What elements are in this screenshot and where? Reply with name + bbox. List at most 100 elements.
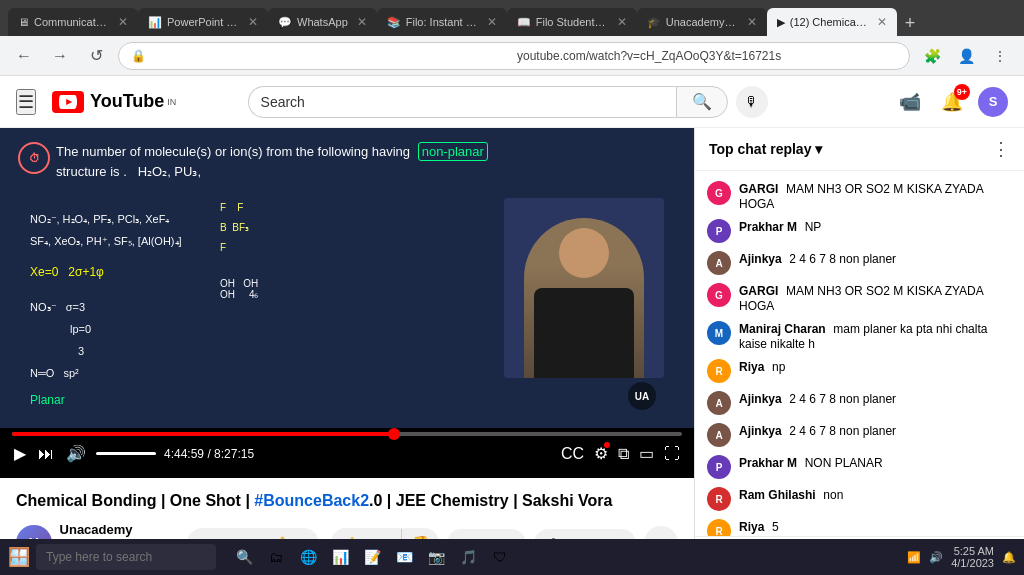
taskbar-time-text: 5:25 AM <box>951 545 994 557</box>
presenter <box>504 198 664 378</box>
settings-button[interactable]: ⋮ <box>986 42 1014 70</box>
search-bar: 🔍 🎙 <box>248 86 768 118</box>
chat-title-text: Top chat replay <box>709 141 811 157</box>
chat-message-3: G GARGI MAM NH3 OR SO2 M KISKA ZYADA HOG… <box>695 279 1024 317</box>
taskbar-icon-excel[interactable]: 📊 <box>326 543 354 571</box>
volume-slider[interactable] <box>96 452 156 455</box>
taskbar-icon-search[interactable]: 🔍 <box>230 543 258 571</box>
tab-favicon-7: ▶ <box>777 16 785 29</box>
search-input[interactable] <box>248 86 676 118</box>
chat-avatar-0: G <box>707 181 731 205</box>
taskbar-icon-taskview[interactable]: 🗂 <box>262 543 290 571</box>
taskbar-time: 5:25 AM 4/1/2023 <box>951 545 994 569</box>
fullscreen-button[interactable]: ⛶ <box>662 443 682 465</box>
tab-2[interactable]: 📊 PowerPoint Presentati... ✕ <box>138 8 268 36</box>
taskbar-volume-icon: 🔊 <box>929 551 943 564</box>
tab-5[interactable]: 📖 Filo Student: World's... ✕ <box>507 8 637 36</box>
browser-tabs: 🖥 Communication Syste... ✕ 📊 PowerPoint … <box>0 0 1024 36</box>
yt-main: ⏱ The number of molecule(s) or ion(s) fr… <box>0 128 694 575</box>
taskbar-icon-mail[interactable]: 📧 <box>390 543 418 571</box>
chat-avatar-2: A <box>707 251 731 275</box>
video-player[interactable]: ⏱ The number of molecule(s) or ion(s) fr… <box>0 128 694 428</box>
chat-text-5: np <box>772 360 785 374</box>
tab-close-6[interactable]: ✕ <box>747 15 757 29</box>
board-no3: NO₃⁻ σ=3 lp=0 3 N═O sp² Planar <box>30 296 182 412</box>
taskbar-icon-notepad[interactable]: 📝 <box>358 543 386 571</box>
tab-6[interactable]: 🎓 Unacademy - India's... ✕ <box>637 8 767 36</box>
extensions-button[interactable]: 🧩 <box>918 42 946 70</box>
tab-close-3[interactable]: ✕ <box>357 15 367 29</box>
taskbar-icon-photos[interactable]: 📷 <box>422 543 450 571</box>
board-equations: NO₂⁻, H₂O₄, PF₃, PCl₃, XeF₄ SF₄, XeO₃, P… <box>30 208 182 412</box>
progress-bar[interactable] <box>12 432 682 436</box>
taskbar-search-input[interactable] <box>36 544 216 570</box>
taskbar-right: 📶 🔊 5:25 AM 4/1/2023 🔔 <box>907 545 1016 569</box>
reload-button[interactable]: ↺ <box>82 42 110 70</box>
taskbar-icon-media[interactable]: 🎵 <box>454 543 482 571</box>
taskbar-icon-security[interactable]: 🛡 <box>486 543 514 571</box>
chat-name-4: Maniraj Charan <box>739 322 826 336</box>
notification-badge: 9+ <box>954 84 970 100</box>
chat-bubble-10: Riya 5 <box>739 519 1012 534</box>
windows-start-icon[interactable]: 🪟 <box>8 546 30 568</box>
chat-bubble-7: Ajinkya 2 4 6 7 8 non planer <box>739 423 1012 438</box>
volume-button[interactable]: 🔊 <box>64 442 88 465</box>
tab-1[interactable]: 🖥 Communication Syste... ✕ <box>8 8 138 36</box>
chat-avatar-8: P <box>707 455 731 479</box>
chat-bubble-3: GARGI MAM NH3 OR SO2 M KISKA ZYADA HOGA <box>739 283 1012 313</box>
question-text: The number of molecule(s) or ion(s) from… <box>56 142 524 181</box>
tab-close-4[interactable]: ✕ <box>487 15 497 29</box>
chat-message-2: A Ajinkya 2 4 6 7 8 non planer <box>695 247 1024 279</box>
play-button[interactable]: ▶ <box>12 442 28 465</box>
taskbar-notifications-icon[interactable]: 🔔 <box>1002 551 1016 564</box>
skip-forward-button[interactable]: ⏭ <box>36 443 56 465</box>
chat-avatar-6: A <box>707 391 731 415</box>
tab-3[interactable]: 💬 WhatsApp ✕ <box>268 8 377 36</box>
avatar[interactable]: S <box>978 87 1008 117</box>
forward-button[interactable]: → <box>46 42 74 70</box>
chat-bubble-8: Prakhar M NON PLANAR <box>739 455 1012 470</box>
nav-right-icons: 🧩 👤 ⋮ <box>918 42 1014 70</box>
search-button[interactable]: 🔍 <box>676 86 728 118</box>
tab-close-1[interactable]: ✕ <box>118 15 128 29</box>
miniplayer-button[interactable]: ⧉ <box>616 443 631 465</box>
board-more-formulas: OH OH OH 4₆ <box>220 278 524 300</box>
menu-icon[interactable]: ☰ <box>16 89 36 115</box>
chat-message-10: R Riya 5 <box>695 515 1024 536</box>
profile-button[interactable]: 👤 <box>952 42 980 70</box>
video-player-container: ⏱ The number of molecule(s) or ion(s) fr… <box>0 128 694 478</box>
non-planar-highlight: non-planar <box>418 142 488 161</box>
chat-message-7: A Ajinkya 2 4 6 7 8 non planer <box>695 419 1024 451</box>
tab-close-7[interactable]: ✕ <box>877 15 887 29</box>
tab-favicon-2: 📊 <box>148 16 162 29</box>
notifications-icon[interactable]: 🔔 9+ <box>936 86 968 118</box>
chat-avatar-9: R <box>707 487 731 511</box>
back-button[interactable]: ← <box>10 42 38 70</box>
subtitles-button[interactable]: CC <box>559 443 586 465</box>
tab-7[interactable]: ▶ (12) Chemical B... ✕ <box>767 8 897 36</box>
chat-more-button[interactable]: ⋮ <box>992 138 1010 160</box>
question-sub: structure is . H₂O₂, PU₃, <box>56 164 201 179</box>
board-xe: Xe=0 2σ+1φ <box>30 260 182 284</box>
taskbar-icon-edge[interactable]: 🌐 <box>294 543 322 571</box>
mic-button[interactable]: 🎙 <box>736 86 768 118</box>
board-planar: Planar <box>30 388 182 412</box>
create-icon[interactable]: 📹 <box>894 86 926 118</box>
chat-name-5: Riya <box>739 360 764 374</box>
address-bar[interactable]: 🔒 youtube.com/watch?v=cH_ZqAOoQ3Y&t=1672… <box>118 42 910 70</box>
board-line-2: SF₄, XeO₃, PH⁺, SF₅, [Al(OH)₄] <box>30 230 182 252</box>
youtube-logo[interactable]: YouTubeIN <box>52 91 176 113</box>
tab-close-5[interactable]: ✕ <box>617 15 627 29</box>
chat-dropdown-icon[interactable]: ▾ <box>815 141 822 157</box>
time-current: 4:44:59 <box>164 447 204 461</box>
tab-4[interactable]: 📚 Filo: Instant 1-to-1 tu... ✕ <box>377 8 507 36</box>
time-total: 8:27:15 <box>214 447 254 461</box>
tab-close-2[interactable]: ✕ <box>248 15 258 29</box>
theater-button[interactable]: ▭ <box>637 442 656 465</box>
tab-label-3: WhatsApp <box>297 16 348 28</box>
yt-content: ⏱ The number of molecule(s) or ion(s) fr… <box>0 128 1024 575</box>
new-tab-button[interactable]: + <box>897 13 924 34</box>
hashtag-link[interactable]: #BounceBack2 <box>254 492 369 509</box>
timer-circle: ⏱ <box>18 142 50 174</box>
one-shot-text: One Shot <box>170 492 241 509</box>
